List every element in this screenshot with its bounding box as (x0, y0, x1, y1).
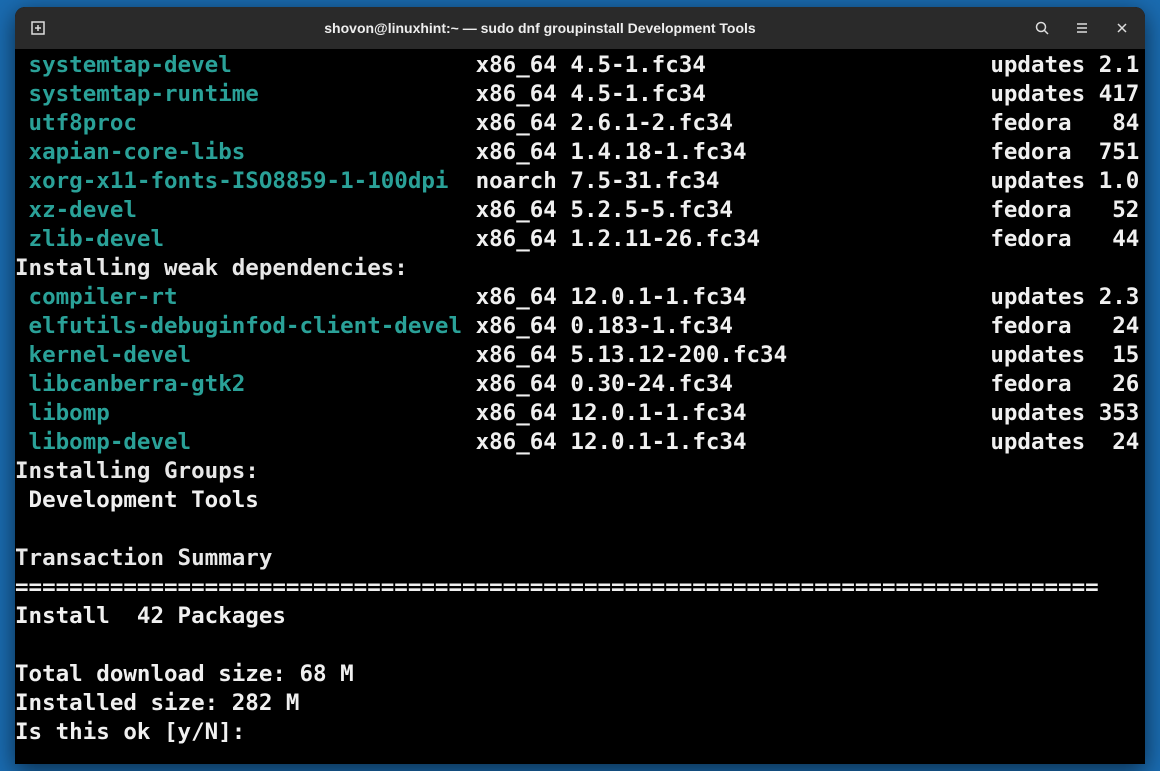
new-tab-button[interactable] (21, 13, 55, 43)
new-tab-icon (30, 20, 46, 36)
window-title: shovon@linuxhint:~ — sudo dnf groupinsta… (61, 20, 1019, 36)
terminal-output[interactable]: systemtap-devel x86_64 4.5-1.fc34 update… (15, 49, 1145, 747)
close-icon (1115, 21, 1129, 35)
search-button[interactable] (1025, 13, 1059, 43)
terminal-window: shovon@linuxhint:~ — sudo dnf groupinsta… (15, 7, 1145, 764)
close-button[interactable] (1105, 13, 1139, 43)
menu-button[interactable] (1065, 13, 1099, 43)
titlebar: shovon@linuxhint:~ — sudo dnf groupinsta… (15, 7, 1145, 49)
hamburger-icon (1074, 20, 1090, 36)
search-icon (1034, 20, 1050, 36)
